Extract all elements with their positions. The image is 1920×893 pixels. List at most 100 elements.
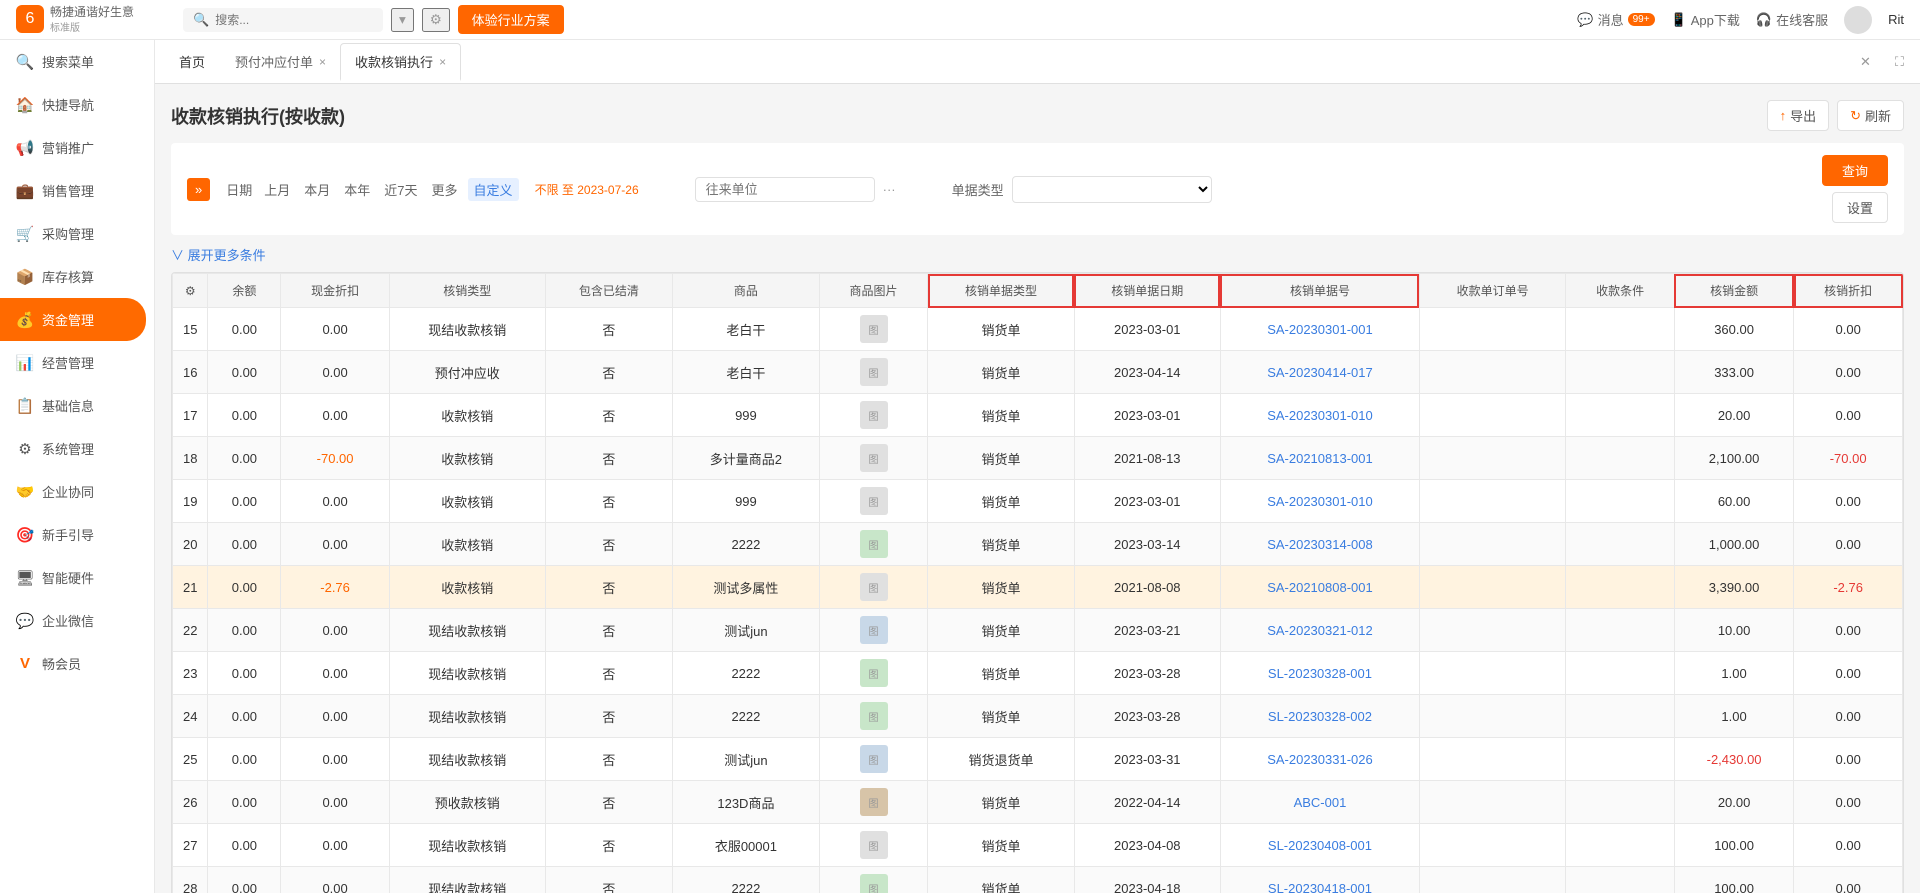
row-bill-no[interactable]: SA-20230314-008	[1220, 523, 1419, 566]
sidebar-item-system[interactable]: ⚙ 系统管理	[0, 427, 154, 470]
row-bill-no[interactable]: SL-20230408-001	[1220, 824, 1419, 867]
bill-no-link[interactable]: SL-20230328-002	[1268, 709, 1372, 724]
last7-link[interactable]: 近7天	[380, 178, 421, 201]
type-filter-group: 单据类型	[952, 176, 1212, 203]
partner-dots[interactable]: ···	[883, 182, 896, 197]
row-bill-no[interactable]: SA-20230301-010	[1220, 394, 1419, 437]
bill-no-link[interactable]: SA-20230321-012	[1267, 623, 1373, 638]
row-discount: 0.00	[281, 351, 390, 394]
sidebar-item-purchase[interactable]: 🛒 采购管理	[0, 212, 154, 255]
partner-input[interactable]	[695, 177, 875, 202]
row-order-no	[1419, 523, 1565, 566]
sidebar-item-inventory[interactable]: 📦 库存核算	[0, 255, 154, 298]
table-row: 20 0.00 0.00 收款核销 否 2222 图 销货单 2023-03-1…	[173, 523, 1903, 566]
sidebar-item-finance[interactable]: 💰 资金管理	[0, 298, 146, 341]
this-month-link[interactable]: 本月	[300, 178, 334, 201]
row-id: 15	[173, 308, 208, 351]
type-select[interactable]	[1012, 176, 1212, 203]
sidebar-item-guide[interactable]: 🎯 新手引导	[0, 513, 154, 556]
row-product-img: 图	[819, 781, 928, 824]
bill-no-link[interactable]: SA-20210813-001	[1267, 451, 1373, 466]
bill-no-link[interactable]: SA-20210808-001	[1267, 580, 1373, 595]
avatar[interactable]	[1844, 6, 1872, 34]
row-discount: 0.00	[281, 781, 390, 824]
service-item[interactable]: 🎧 在线客服	[1756, 10, 1828, 29]
row-bill-no[interactable]: SA-20230321-012	[1220, 609, 1419, 652]
row-amount: -2,430.00	[1674, 738, 1793, 781]
gear-icon[interactable]: ⚙	[422, 8, 450, 32]
export-button[interactable]: ↑ 导出	[1767, 100, 1830, 131]
row-writeoff-discount: 0.00	[1794, 695, 1903, 738]
bill-no-link[interactable]: SL-20230408-001	[1268, 838, 1372, 853]
bill-no-link[interactable]: SL-20230328-001	[1268, 666, 1372, 681]
sidebar-item-basic[interactable]: 📋 基础信息	[0, 384, 154, 427]
row-product: 老白干	[673, 351, 820, 394]
th-settings[interactable]: ⚙	[173, 274, 208, 308]
tab-home[interactable]: 首页	[163, 44, 221, 79]
row-bill-no[interactable]: SA-20230301-001	[1220, 308, 1419, 351]
bill-no-link[interactable]: SA-20230331-026	[1267, 752, 1373, 767]
industry-button[interactable]: 体验行业方案	[458, 5, 564, 34]
sidebar-item-sales[interactable]: 💼 销售管理	[0, 169, 154, 212]
bill-no-link[interactable]: SA-20230301-001	[1267, 322, 1373, 337]
tab-prepay-close[interactable]: ×	[319, 55, 326, 69]
tab-fullscreen[interactable]: ⛶	[1887, 50, 1912, 74]
row-bill-no[interactable]: SA-20230301-010	[1220, 480, 1419, 523]
row-bill-no[interactable]: SL-20230328-001	[1220, 652, 1419, 695]
sidebar-item-hardware[interactable]: 🖥 智能硬件	[0, 556, 154, 599]
search-area[interactable]: 🔍	[183, 8, 383, 32]
app-download-item[interactable]: 📱 App下载	[1671, 10, 1740, 29]
row-product-img: 图	[819, 394, 928, 437]
product-image: 图	[860, 444, 888, 472]
row-type: 收款核销	[389, 394, 545, 437]
sidebar-item-wechat[interactable]: 💬 企业微信	[0, 599, 154, 642]
row-bill-no[interactable]: SA-20230414-017	[1220, 351, 1419, 394]
message-nav-item[interactable]: 💬 消息 99+	[1577, 10, 1654, 29]
filter-toggle-button[interactable]: »	[187, 178, 210, 201]
row-bill-type: 销货单	[928, 566, 1074, 609]
sidebar-item-quicknav[interactable]: 🏠 快捷导航	[0, 83, 154, 126]
sidebar-label-basic: 基础信息	[42, 396, 94, 415]
search-input[interactable]	[215, 13, 365, 27]
bill-no-link[interactable]: SL-20230418-001	[1268, 881, 1372, 893]
query-button[interactable]: 查询	[1822, 155, 1888, 186]
top-bar-center: 🔍 ▾ ⚙ 体验行业方案	[183, 5, 1565, 34]
tab-writeoff[interactable]: 收款核销执行 ×	[340, 43, 461, 81]
row-bill-no[interactable]: ABC-001	[1220, 781, 1419, 824]
tab-prepay[interactable]: 预付冲应付单 ×	[221, 44, 340, 79]
th-writeoff-discount: 核销折扣	[1794, 274, 1903, 308]
sidebar-item-marketing[interactable]: 📢 营销推广	[0, 126, 154, 169]
settings-button[interactable]: 设置	[1832, 192, 1888, 223]
table-row: 22 0.00 0.00 现结收款核销 否 测试jun 图 销货单 2023-0…	[173, 609, 1903, 652]
more-link[interactable]: 更多	[428, 178, 462, 201]
expand-more-button[interactable]: ∨ 展开更多条件	[171, 245, 1904, 264]
bill-no-link[interactable]: SA-20230314-008	[1267, 537, 1373, 552]
sidebar-item-collab[interactable]: 🤝 企业协同	[0, 470, 154, 513]
row-bill-no[interactable]: SL-20230328-002	[1220, 695, 1419, 738]
row-product-img: 图	[819, 480, 928, 523]
bill-no-link[interactable]: ABC-001	[1294, 795, 1347, 810]
this-year-link[interactable]: 本年	[340, 178, 374, 201]
chevron-down-icon[interactable]: ▾	[391, 8, 414, 32]
bill-no-link[interactable]: SA-20230301-010	[1267, 494, 1373, 509]
row-bill-no[interactable]: SA-20210808-001	[1220, 566, 1419, 609]
last-month-link[interactable]: 上月	[260, 178, 294, 201]
sidebar-item-search[interactable]: 🔍 搜索菜单	[0, 40, 154, 83]
refresh-button[interactable]: ↻ 刷新	[1837, 100, 1904, 131]
sidebar-item-operation[interactable]: 📊 经营管理	[0, 341, 154, 384]
search-menu-icon: 🔍	[16, 53, 34, 71]
row-bill-no[interactable]: SA-20210813-001	[1220, 437, 1419, 480]
row-order-no	[1419, 351, 1565, 394]
tab-writeoff-close[interactable]: ×	[439, 55, 446, 69]
product-image: 图	[860, 788, 888, 816]
logo-name: 畅捷通谐好生意	[50, 5, 134, 19]
bill-no-link[interactable]: SA-20230414-017	[1267, 365, 1373, 380]
custom-link[interactable]: 自定义	[468, 178, 519, 201]
row-bill-no[interactable]: SL-20230418-001	[1220, 867, 1419, 893]
tab-close-window[interactable]: ✕	[1852, 50, 1879, 74]
bill-no-link[interactable]: SA-20230301-010	[1267, 408, 1373, 423]
row-bill-no[interactable]: SA-20230331-026	[1220, 738, 1419, 781]
sidebar-item-member[interactable]: V 畅会员	[0, 642, 154, 685]
row-balance: 0.00	[208, 738, 281, 781]
row-bill-date: 2023-04-08	[1074, 824, 1220, 867]
